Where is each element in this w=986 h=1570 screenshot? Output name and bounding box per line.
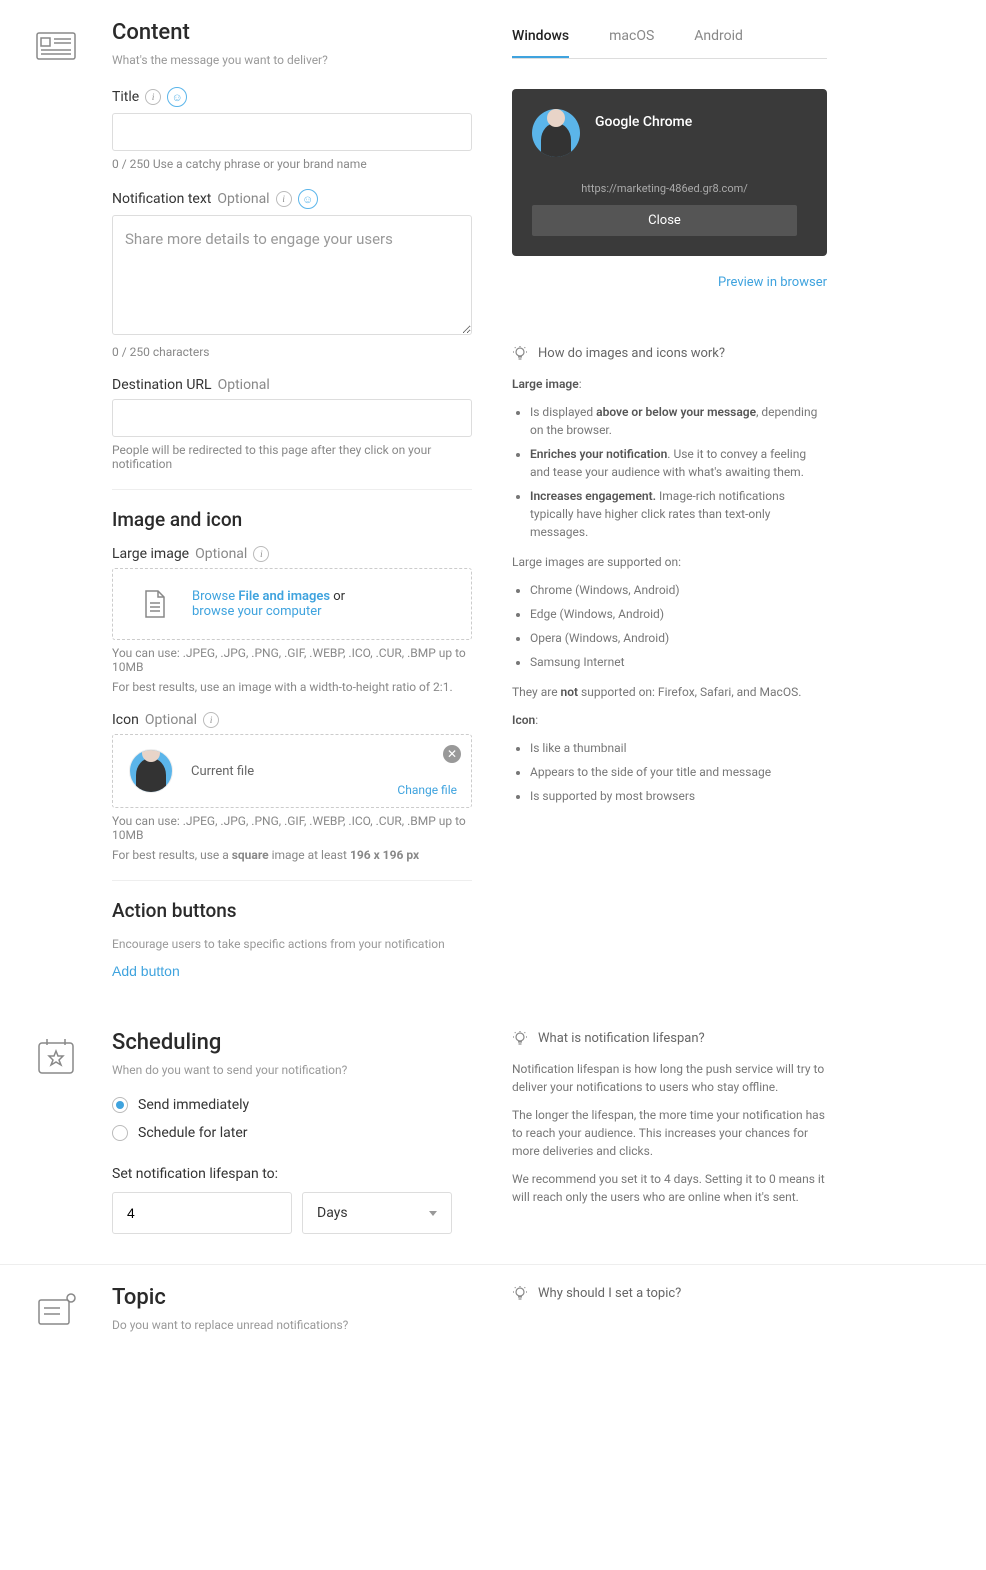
file-icon: [143, 589, 167, 619]
title-label: Title: [112, 89, 139, 105]
info-icon[interactable]: i: [203, 712, 219, 728]
action-buttons-heading: Action buttons: [112, 899, 472, 922]
notif-helper: 0 / 250 characters: [112, 345, 472, 359]
scheduling-subtitle: When do you want to send your notificati…: [112, 1063, 472, 1077]
change-file-link[interactable]: Change file: [397, 783, 457, 797]
info-icon[interactable]: i: [253, 546, 269, 562]
topic-heading: Topic: [112, 1285, 472, 1310]
icon-helper: You can use: .JPEG, .JPG, .PNG, .GIF, .W…: [112, 814, 472, 842]
tip-body: Notification lifespan is how long the pu…: [512, 1060, 827, 1206]
icon-label: Icon: [112, 712, 139, 728]
info-icon[interactable]: i: [276, 191, 292, 207]
lifespan-input[interactable]: [112, 1192, 292, 1234]
topic-icon: [35, 1290, 77, 1332]
icon-upload-box: Current file ✕ Change file: [112, 734, 472, 808]
info-icon[interactable]: i: [145, 89, 161, 105]
lightbulb-icon: [512, 345, 528, 361]
emoji-icon[interactable]: [298, 189, 318, 209]
content-heading: Content: [112, 20, 472, 45]
preview-close-button: Close: [532, 205, 797, 236]
dest-label: Destination URL: [112, 377, 212, 393]
radio-schedule-later[interactable]: Schedule for later: [112, 1125, 472, 1141]
optional-label: Optional: [218, 377, 270, 393]
chevron-down-icon: [429, 1211, 437, 1216]
tab-windows[interactable]: Windows: [512, 20, 569, 58]
tip-question: What is notification lifespan?: [538, 1031, 705, 1046]
preview-in-browser-link[interactable]: Preview in browser: [718, 275, 827, 290]
title-input[interactable]: [112, 113, 472, 151]
content-card-icon: [35, 25, 77, 67]
lifespan-unit-select[interactable]: Days: [302, 1192, 452, 1234]
dest-url-input[interactable]: [112, 399, 472, 437]
emoji-icon[interactable]: [167, 87, 187, 107]
optional-label: Optional: [217, 191, 269, 207]
radio-icon: [112, 1125, 128, 1141]
current-file-label: Current file: [191, 764, 254, 779]
image-icon-heading: Image and icon: [112, 508, 472, 531]
topic-subtitle: Do you want to replace unread notificati…: [112, 1318, 472, 1332]
notif-textarea[interactable]: [112, 215, 472, 335]
preview-avatar: [532, 109, 580, 157]
remove-icon-button[interactable]: ✕: [443, 745, 461, 763]
radio-icon: [112, 1097, 128, 1113]
large-image-helper: You can use: .JPEG, .JPG, .PNG, .GIF, .W…: [112, 646, 472, 674]
dest-helper: People will be redirected to this page a…: [112, 443, 472, 471]
large-image-label: Large image: [112, 546, 189, 562]
scheduling-heading: Scheduling: [112, 1030, 472, 1055]
lightbulb-icon: [512, 1030, 528, 1046]
preview-tabs: Windows macOS Android: [512, 20, 827, 59]
notif-label: Notification text: [112, 191, 211, 207]
preview-app-name: Google Chrome: [595, 114, 692, 130]
action-subtitle: Encourage users to take specific actions…: [112, 937, 472, 951]
optional-label: Optional: [145, 712, 197, 728]
calendar-icon: [35, 1035, 77, 1077]
tip-body: Large image: Is displayed above or below…: [512, 375, 827, 805]
tip-question: Why should I set a topic?: [538, 1286, 681, 1301]
icon-preview: [129, 749, 173, 793]
content-subtitle: What's the message you want to deliver?: [112, 53, 472, 67]
title-helper: 0 / 250 Use a catchy phrase or your bran…: [112, 157, 472, 171]
lightbulb-icon: [512, 1285, 528, 1301]
lifespan-label: Set notification lifespan to:: [112, 1166, 472, 1182]
tab-macos[interactable]: macOS: [609, 20, 654, 58]
preview-url: https://marketing-486ed.gr8.com/: [532, 182, 797, 195]
tab-android[interactable]: Android: [694, 20, 743, 58]
notification-preview: Google Chrome https://marketing-486ed.gr…: [512, 89, 827, 256]
optional-label: Optional: [195, 546, 247, 562]
radio-send-immediately[interactable]: Send immediately: [112, 1097, 472, 1113]
large-image-upload[interactable]: Browse File and images or browse your co…: [112, 568, 472, 640]
add-button[interactable]: Add button: [112, 963, 180, 979]
tip-question: How do images and icons work?: [538, 346, 725, 361]
